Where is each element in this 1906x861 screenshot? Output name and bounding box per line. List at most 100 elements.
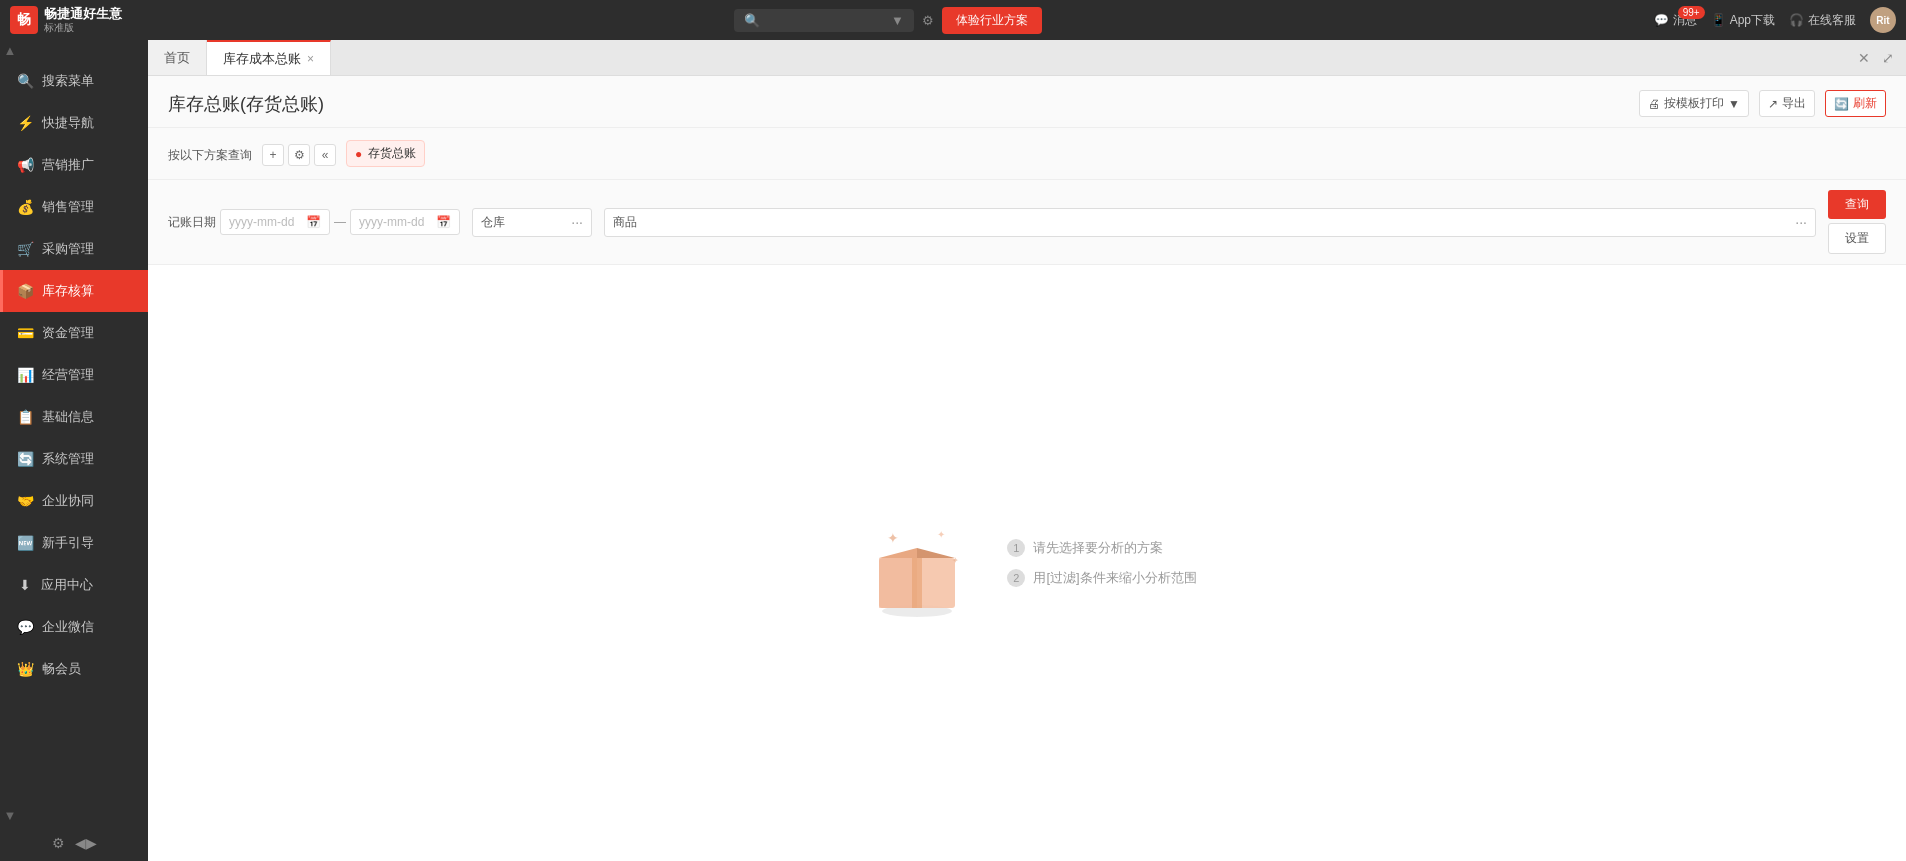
- print-btn[interactable]: 🖨 按模板打印 ▼: [1639, 90, 1749, 117]
- product-more-icon: ···: [1795, 214, 1807, 230]
- filter-area: 按以下方案查询 + ⚙ « ● 存货总账: [148, 128, 1906, 180]
- sidebar-item-marketing[interactable]: 📢 营销推广: [0, 144, 148, 186]
- top-bar-left: 畅 畅捷通好生意 标准版: [10, 6, 122, 34]
- top-bar-right: 💬 消息 99+ 📱 App下载 🎧 在线客服 Rit: [1654, 7, 1896, 33]
- sidebar-item-purchase[interactable]: 🛒 采购管理: [0, 228, 148, 270]
- svg-marker-3: [917, 548, 955, 558]
- search-area[interactable]: 🔍 ▼: [734, 9, 914, 32]
- enterprise-icon: 🤝: [17, 493, 34, 509]
- tab-bar-right: ✕ ⤢: [1854, 46, 1906, 70]
- filter-collapse-button[interactable]: «: [314, 144, 336, 166]
- filter-scheme-row[interactable]: ● 存货总账: [346, 140, 425, 167]
- message-icon: 💬: [1654, 13, 1669, 27]
- marketing-icon: 📢: [17, 157, 34, 173]
- sidebar-item-sales[interactable]: 💰 销售管理: [0, 186, 148, 228]
- main-layout: ▲ 🔍 搜索菜单 ⚡ 快捷导航 📢 营销推广 💰 销售管理 🛒 采购管理 📦 库…: [0, 40, 1906, 861]
- date-to-input[interactable]: yyyy-mm-dd 📅: [350, 209, 460, 235]
- date-from-input[interactable]: yyyy-mm-dd 📅: [220, 209, 330, 235]
- tab-bar-expand-icon[interactable]: ⤢: [1878, 46, 1898, 70]
- query-button[interactable]: 查询: [1828, 190, 1886, 219]
- industry-btn[interactable]: 体验行业方案: [942, 7, 1042, 34]
- tab-bar: 首页 库存成本总账 × ✕ ⤢: [148, 40, 1906, 76]
- page-header: 库存总账(存货总账) 🖨 按模板打印 ▼ ↗ 导出 🔄 刷新: [148, 76, 1906, 128]
- calendar-from-icon[interactable]: 📅: [306, 215, 321, 229]
- sidebar-item-enterprise-wechat[interactable]: 💬 企业微信: [0, 606, 148, 648]
- product-field[interactable]: 商品 ···: [604, 208, 1816, 237]
- sidebar-item-inventory[interactable]: 📦 库存核算: [0, 270, 148, 312]
- sidebar-scroll-up[interactable]: ▲: [0, 40, 20, 60]
- top-bar-center: 🔍 ▼ ⚙ 体验行业方案: [122, 7, 1654, 34]
- tab-home[interactable]: 首页: [148, 40, 207, 75]
- tab-active[interactable]: 库存成本总账 ×: [207, 40, 331, 75]
- scheme-icon: ●: [355, 147, 362, 161]
- app-download-item[interactable]: 📱 App下载: [1711, 12, 1775, 29]
- sidebar-item-system[interactable]: 🔄 系统管理: [0, 438, 148, 480]
- hint-num-1: 1: [1007, 539, 1025, 557]
- finance-icon: 💳: [17, 325, 34, 341]
- search-menu-icon: 🔍: [17, 73, 34, 89]
- headset-icon: 🎧: [1789, 13, 1804, 27]
- date-label: 记账日期: [168, 214, 216, 231]
- hint-item-1: 1 请先选择要分析的方案: [1007, 539, 1196, 557]
- settings-icon[interactable]: ⚙: [922, 13, 934, 28]
- date-field: 记账日期 yyyy-mm-dd 📅 — yyyy-mm-dd 📅: [168, 209, 460, 235]
- query-row: 记账日期 yyyy-mm-dd 📅 — yyyy-mm-dd 📅 仓库 ···: [148, 180, 1906, 265]
- filter-add-button[interactable]: +: [262, 144, 284, 166]
- sidebar-item-quick-nav[interactable]: ⚡ 快捷导航: [0, 102, 148, 144]
- hint-item-2: 2 用[过滤]条件来缩小分析范围: [1007, 569, 1196, 587]
- operation-icon: 📊: [17, 367, 34, 383]
- top-bar: 畅 畅捷通好生意 标准版 🔍 ▼ ⚙ 体验行业方案 💬 消息 99+ 📱 App…: [0, 0, 1906, 40]
- print-dropdown-icon: ▼: [1728, 97, 1740, 111]
- system-icon: 🔄: [17, 451, 34, 467]
- export-icon: ↗: [1768, 97, 1778, 111]
- svg-rect-4: [879, 558, 917, 608]
- sidebar-scroll-down[interactable]: ▼: [0, 805, 20, 825]
- search-dropdown-icon[interactable]: ▼: [891, 13, 904, 28]
- app-center-icon: ⬇: [17, 577, 33, 593]
- tab-close-icon[interactable]: ×: [307, 52, 314, 66]
- refresh-btn[interactable]: 🔄 刷新: [1825, 90, 1886, 117]
- warehouse-label: 仓库: [481, 214, 505, 231]
- sidebar-settings-icon[interactable]: ⚙: [52, 835, 65, 851]
- sidebar-item-operation[interactable]: 📊 经营管理: [0, 354, 148, 396]
- page-content: 库存总账(存货总账) 🖨 按模板打印 ▼ ↗ 导出 🔄 刷新: [148, 76, 1906, 861]
- warehouse-field[interactable]: 仓库 ···: [472, 208, 592, 237]
- sidebar: ▲ 🔍 搜索菜单 ⚡ 快捷导航 📢 营销推广 💰 销售管理 🛒 采购管理 📦 库…: [0, 40, 148, 861]
- filter-label: 按以下方案查询: [168, 140, 252, 164]
- filter-settings-button[interactable]: ⚙: [288, 144, 310, 166]
- svg-text:✦: ✦: [952, 556, 959, 565]
- message-item[interactable]: 💬 消息 99+: [1654, 12, 1697, 29]
- sales-icon: 💰: [17, 199, 34, 215]
- sidebar-item-enterprise[interactable]: 🤝 企业协同: [0, 480, 148, 522]
- sidebar-collapse-icon[interactable]: ◀▶: [75, 835, 97, 851]
- online-service-item[interactable]: 🎧 在线客服: [1789, 12, 1856, 29]
- user-avatar[interactable]: Rit: [1870, 7, 1896, 33]
- product-label: 商品: [613, 214, 637, 231]
- logo-icon: 畅: [10, 6, 38, 34]
- svg-rect-5: [912, 558, 922, 608]
- tab-bar-close-icon[interactable]: ✕: [1854, 46, 1874, 70]
- export-btn[interactable]: ↗ 导出: [1759, 90, 1815, 117]
- svg-text:✦: ✦: [937, 529, 945, 540]
- warehouse-more-icon: ···: [571, 214, 583, 230]
- sidebar-item-app-center[interactable]: ⬇ 应用中心: [0, 564, 148, 606]
- date-separator: —: [334, 215, 346, 229]
- sidebar-item-guide[interactable]: 🆕 新手引导: [0, 522, 148, 564]
- scheme-label: 存货总账: [368, 145, 416, 162]
- sidebar-item-finance[interactable]: 💳 资金管理: [0, 312, 148, 354]
- member-icon: 👑: [17, 661, 34, 677]
- svg-marker-2: [879, 548, 917, 558]
- query-actions: 查询 设置: [1828, 190, 1886, 254]
- empty-box-svg: ✦ ✦ ✦: [857, 503, 977, 623]
- purchase-icon: 🛒: [17, 241, 34, 257]
- logo-text: 畅捷通好生意 标准版: [44, 6, 122, 34]
- header-actions: 🖨 按模板打印 ▼ ↗ 导出 🔄 刷新: [1639, 90, 1886, 117]
- refresh-icon: 🔄: [1834, 97, 1849, 111]
- sidebar-item-search-menu[interactable]: 🔍 搜索菜单: [0, 60, 148, 102]
- inventory-icon: 📦: [17, 283, 34, 299]
- calendar-to-icon[interactable]: 📅: [436, 215, 451, 229]
- sidebar-item-member[interactable]: 👑 畅会员: [0, 648, 148, 690]
- guide-icon: 🆕: [17, 535, 34, 551]
- settings-button[interactable]: 设置: [1828, 223, 1886, 254]
- sidebar-item-basic-info[interactable]: 📋 基础信息: [0, 396, 148, 438]
